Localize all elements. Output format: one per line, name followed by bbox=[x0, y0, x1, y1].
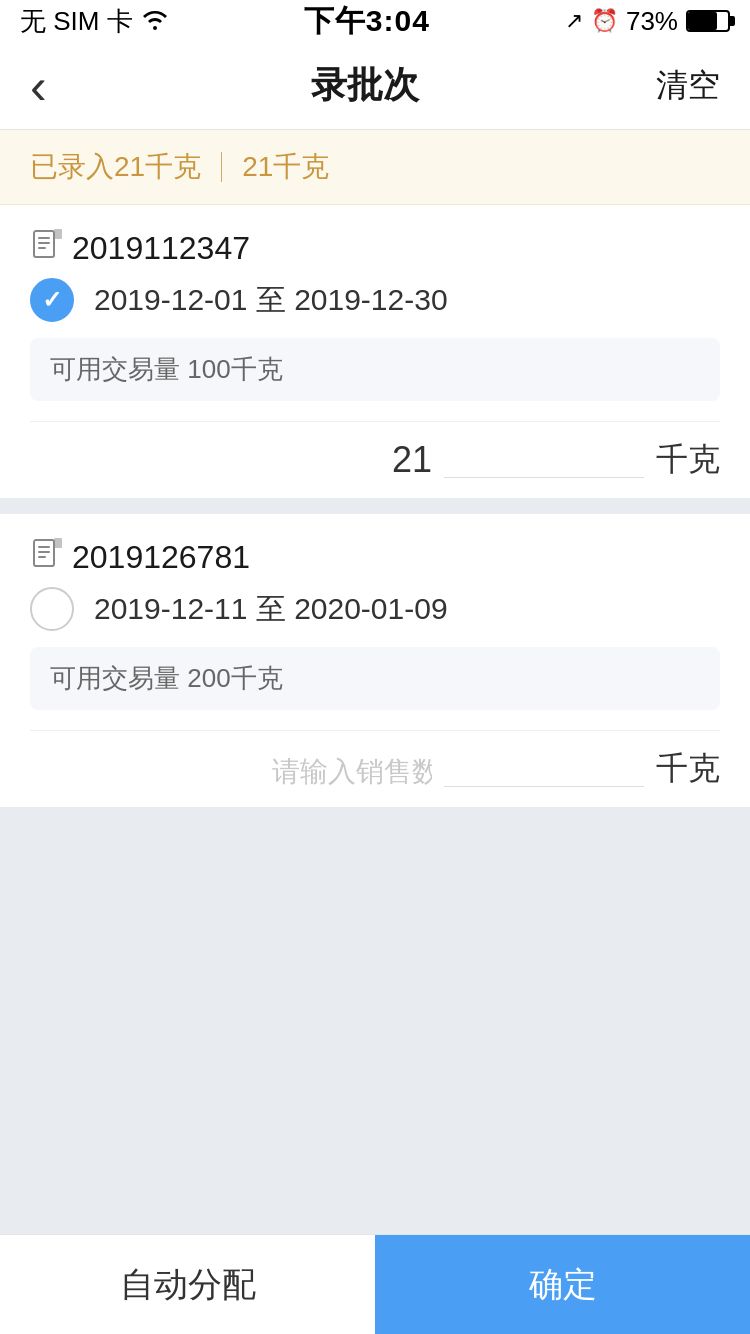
wifi-icon bbox=[141, 6, 169, 37]
input-row-2: 千克 bbox=[30, 730, 720, 807]
svg-rect-4 bbox=[54, 229, 62, 239]
battery-icon bbox=[686, 10, 730, 32]
back-button[interactable]: ‹ bbox=[30, 57, 90, 115]
svg-rect-2 bbox=[38, 242, 50, 244]
svg-rect-8 bbox=[38, 556, 46, 558]
info-divider bbox=[221, 152, 222, 182]
clear-button[interactable]: 清空 bbox=[640, 64, 720, 108]
alarm-icon: ⏰ bbox=[591, 8, 618, 34]
available-qty-1: 可用交易量 100千克 bbox=[30, 338, 720, 401]
svg-rect-7 bbox=[38, 551, 50, 553]
batch-date-row-2[interactable]: 2019-12-11 至 2020-01-09 bbox=[30, 587, 720, 631]
batch-radio-2[interactable] bbox=[30, 587, 74, 631]
batch-id-2: 2019126781 bbox=[72, 539, 250, 576]
svg-rect-6 bbox=[38, 546, 50, 548]
recorded-value: 21千克 bbox=[242, 148, 329, 186]
sim-label: 无 SIM 卡 bbox=[20, 4, 133, 39]
input-row-1: 21 千克 bbox=[30, 421, 720, 498]
auto-distribute-button[interactable]: 自动分配 bbox=[0, 1235, 375, 1334]
qty-unit-2: 千克 bbox=[656, 747, 720, 791]
battery-percent: 73% bbox=[626, 6, 678, 37]
batch-date-2: 2019-12-11 至 2020-01-09 bbox=[94, 589, 448, 630]
recorded-label: 已录入21千克 bbox=[30, 148, 201, 186]
batch-doc-icon-1 bbox=[30, 229, 62, 268]
qty-value-1: 21 bbox=[392, 439, 432, 481]
location-icon: ↗ bbox=[565, 8, 583, 34]
card-separator bbox=[0, 498, 750, 514]
svg-rect-9 bbox=[54, 538, 62, 548]
status-left: 无 SIM 卡 bbox=[20, 4, 169, 39]
svg-rect-3 bbox=[38, 247, 46, 249]
status-time: 下午3:04 bbox=[304, 1, 430, 42]
input-divider-2 bbox=[444, 786, 644, 787]
confirm-button[interactable]: 确定 bbox=[375, 1235, 750, 1334]
bottom-bar: 自动分配 确定 bbox=[0, 1234, 750, 1334]
bottom-spacer bbox=[0, 807, 750, 1234]
batch-date-1: 2019-12-01 至 2019-12-30 bbox=[94, 280, 448, 321]
batch-header-2: 2019126781 bbox=[30, 538, 720, 577]
batch-date-row-1[interactable]: ✓ 2019-12-01 至 2019-12-30 bbox=[30, 278, 720, 322]
status-bar: 无 SIM 卡 下午3:04 ↗ ⏰ 73% bbox=[0, 0, 750, 42]
batch-doc-icon-2 bbox=[30, 538, 62, 577]
info-banner: 已录入21千克 21千克 bbox=[0, 130, 750, 205]
qty-unit-1: 千克 bbox=[656, 438, 720, 482]
nav-bar: ‹ 录批次 清空 bbox=[0, 42, 750, 130]
batch-id-1: 2019112347 bbox=[72, 230, 250, 267]
page-title: 录批次 bbox=[311, 61, 419, 110]
svg-rect-1 bbox=[38, 237, 50, 239]
batch-header-1: 2019112347 bbox=[30, 229, 720, 268]
batch-card-2: 2019126781 2019-12-11 至 2020-01-09 可用交易量… bbox=[0, 514, 750, 807]
qty-input-2[interactable] bbox=[272, 748, 432, 790]
batch-card-1: 2019112347 ✓ 2019-12-01 至 2019-12-30 可用交… bbox=[0, 205, 750, 498]
batch-radio-1[interactable]: ✓ bbox=[30, 278, 74, 322]
available-qty-2: 可用交易量 200千克 bbox=[30, 647, 720, 710]
status-right: ↗ ⏰ 73% bbox=[565, 6, 730, 37]
check-icon-1: ✓ bbox=[42, 286, 62, 314]
input-divider-1 bbox=[444, 477, 644, 478]
